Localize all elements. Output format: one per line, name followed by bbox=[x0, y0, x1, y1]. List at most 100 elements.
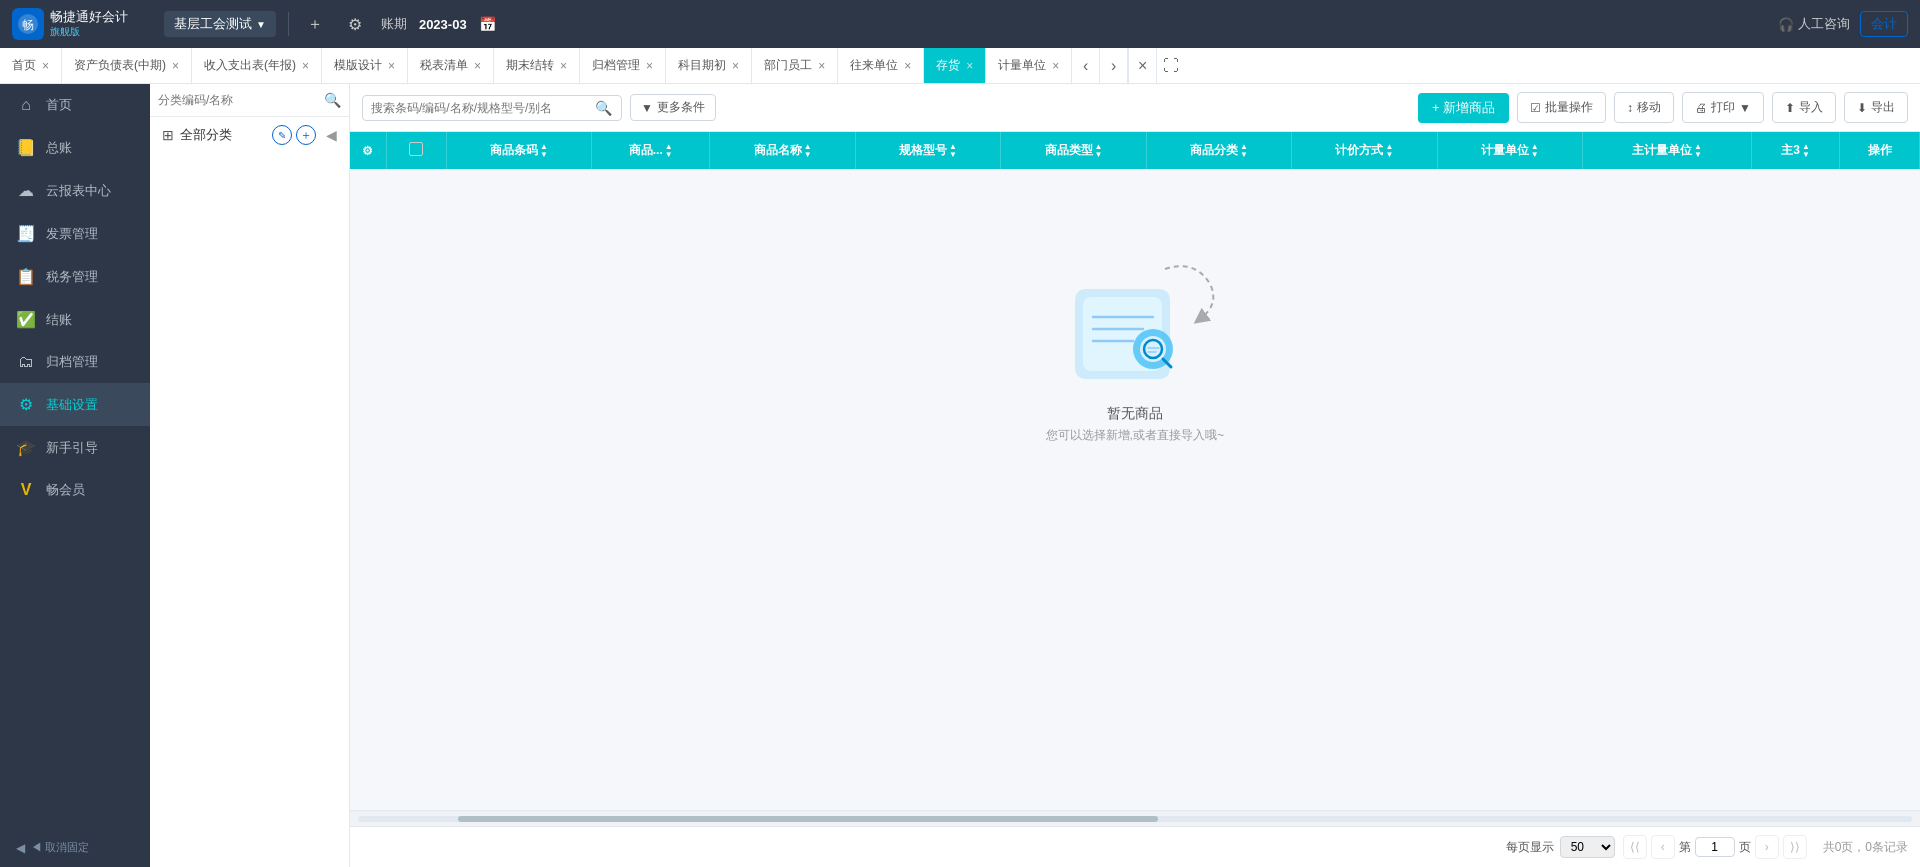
th-name[interactable]: 商品名称 ▲▼ bbox=[710, 132, 855, 169]
page-prev-button[interactable]: ‹ bbox=[1651, 835, 1675, 859]
sidebar-item-guide[interactable]: 🎓 新手引导 bbox=[0, 426, 150, 469]
tab-maximize-button[interactable]: ⛶ bbox=[1156, 48, 1184, 84]
th-price-method[interactable]: 计价方式 ▲▼ bbox=[1292, 132, 1437, 169]
move-button[interactable]: ↕ 移动 bbox=[1614, 92, 1674, 123]
sort-price-method-icon[interactable]: ▲▼ bbox=[1385, 143, 1393, 159]
page-suffix: 页 bbox=[1739, 839, 1751, 856]
th-type[interactable]: 商品类型 ▲▼ bbox=[1001, 132, 1146, 169]
consult-button[interactable]: 🎧 人工咨询 bbox=[1778, 15, 1850, 33]
import-button[interactable]: ⬆ 导入 bbox=[1772, 92, 1836, 123]
batch-button[interactable]: ☑ 批量操作 bbox=[1517, 92, 1606, 123]
tab-uom-label: 计量单位 bbox=[998, 57, 1046, 74]
th-col3[interactable]: 主3 ▲▼ bbox=[1751, 132, 1840, 169]
add-tab-button[interactable]: ＋ bbox=[301, 10, 329, 38]
tab-archive-mgr[interactable]: 归档管理 × bbox=[580, 48, 666, 84]
sort-code-icon[interactable]: ▲▼ bbox=[665, 143, 673, 159]
tab-taxclean-close[interactable]: × bbox=[474, 59, 481, 73]
tab-partner-label: 往来单位 bbox=[850, 57, 898, 74]
tab-partner-close[interactable]: × bbox=[904, 59, 911, 73]
product-table-body: 暂无商品 您可以选择新增,或者直接导入哦~ bbox=[350, 169, 1920, 524]
th-barcode[interactable]: 商品条码 ▲▼ bbox=[446, 132, 591, 169]
th-checkbox[interactable] bbox=[386, 132, 446, 169]
period-value: 2023-03 bbox=[419, 17, 467, 32]
tab-template[interactable]: 模版设计 × bbox=[322, 48, 408, 84]
tab-balance[interactable]: 资产负债表(中期) × bbox=[62, 48, 192, 84]
select-all-checkbox[interactable] bbox=[409, 142, 423, 156]
horizontal-scrollbar[interactable] bbox=[350, 810, 1920, 826]
tab-uom-close[interactable]: × bbox=[1052, 59, 1059, 73]
tab-subject-init-close[interactable]: × bbox=[732, 59, 739, 73]
sidebar-item-invoice[interactable]: 🧾 发票管理 bbox=[0, 212, 150, 255]
sort-type-icon[interactable]: ▲▼ bbox=[1095, 143, 1103, 159]
print-button[interactable]: 🖨 打印 ▼ bbox=[1682, 92, 1764, 123]
company-selector[interactable]: 基层工会测试 ▼ bbox=[164, 11, 276, 37]
archive-icon: 🗂 bbox=[16, 353, 36, 371]
sidebar-item-tax[interactable]: 📋 税务管理 bbox=[0, 255, 150, 298]
tab-taxclean[interactable]: 税表清单 × bbox=[408, 48, 494, 84]
tab-periodend-close[interactable]: × bbox=[560, 59, 567, 73]
th-category[interactable]: 商品分类 ▲▼ bbox=[1146, 132, 1291, 169]
tab-subject-init[interactable]: 科目期初 × bbox=[666, 48, 752, 84]
left-panel-collapse-button[interactable]: ◀ bbox=[326, 127, 337, 143]
tab-uom[interactable]: 计量单位 × bbox=[986, 48, 1072, 84]
category-edit-button[interactable]: ✎ bbox=[272, 125, 292, 145]
sort-main-uom-icon[interactable]: ▲▼ bbox=[1694, 143, 1702, 159]
sidebar-item-closing[interactable]: ✅ 结账 bbox=[0, 298, 150, 341]
sidebar-item-settings[interactable]: ⚙ 基础设置 bbox=[0, 383, 150, 426]
tab-next-button[interactable]: › bbox=[1100, 48, 1128, 84]
product-search-input[interactable] bbox=[371, 101, 591, 115]
tab-dept-staff-close[interactable]: × bbox=[818, 59, 825, 73]
tab-dept-staff[interactable]: 部门员工 × bbox=[752, 48, 838, 84]
tab-archive-mgr-close[interactable]: × bbox=[646, 59, 653, 73]
tab-income[interactable]: 收入支出表(年报) × bbox=[192, 48, 322, 84]
sort-category-icon[interactable]: ▲▼ bbox=[1240, 143, 1248, 159]
sort-uom-icon[interactable]: ▲▼ bbox=[1531, 143, 1539, 159]
tab-inventory-close[interactable]: × bbox=[966, 59, 973, 73]
sidebar-collapse-button[interactable]: ◀ ◀ 取消固定 bbox=[0, 828, 150, 867]
page-number-input[interactable] bbox=[1695, 837, 1735, 857]
scroll-thumb[interactable] bbox=[458, 816, 1158, 822]
tab-home-close[interactable]: × bbox=[42, 59, 49, 73]
category-all-item[interactable]: ⊞ 全部分类 ✎ ＋ ◀ bbox=[150, 117, 349, 153]
move-icon: ↕ bbox=[1627, 101, 1633, 115]
kuaiji-button[interactable]: 会计 bbox=[1860, 11, 1908, 37]
sidebar-item-reports[interactable]: ☁ 云报表中心 bbox=[0, 169, 150, 212]
tab-income-close[interactable]: × bbox=[302, 59, 309, 73]
sort-spec-icon[interactable]: ▲▼ bbox=[949, 143, 957, 159]
category-search-icon[interactable]: 🔍 bbox=[324, 92, 341, 108]
tab-template-close[interactable]: × bbox=[388, 59, 395, 73]
sort-name-icon[interactable]: ▲▼ bbox=[804, 143, 812, 159]
category-add-button[interactable]: ＋ bbox=[296, 125, 316, 145]
export-button[interactable]: ⬇ 导出 bbox=[1844, 92, 1908, 123]
column-settings-icon[interactable]: ⚙ bbox=[362, 144, 373, 158]
page-last-button[interactable]: ⟩⟩ bbox=[1783, 835, 1807, 859]
page-next-button[interactable]: › bbox=[1755, 835, 1779, 859]
sidebar-item-archive[interactable]: 🗂 归档管理 bbox=[0, 341, 150, 383]
tab-close-all-button[interactable]: × bbox=[1128, 48, 1156, 84]
th-uom[interactable]: 计量单位 ▲▼ bbox=[1437, 132, 1582, 169]
th-main-uom[interactable]: 主计量单位 ▲▼ bbox=[1583, 132, 1752, 169]
settings-icon[interactable]: ⚙ bbox=[341, 10, 369, 38]
tab-periodend[interactable]: 期末结转 × bbox=[494, 48, 580, 84]
sidebar-item-ledger[interactable]: 📒 总账 bbox=[0, 126, 150, 169]
th-code[interactable]: 商品... ▲▼ bbox=[592, 132, 710, 169]
th-settings[interactable]: ⚙ bbox=[350, 132, 386, 169]
tab-prev-button[interactable]: ‹ bbox=[1072, 48, 1100, 84]
sidebar-item-member[interactable]: V 畅会员 bbox=[0, 469, 150, 511]
product-search-icon[interactable]: 🔍 bbox=[595, 100, 612, 116]
add-product-button[interactable]: + 新增商品 bbox=[1418, 93, 1509, 123]
category-search-input[interactable] bbox=[158, 93, 324, 107]
sidebar-item-home[interactable]: ⌂ 首页 bbox=[0, 84, 150, 126]
th-spec[interactable]: 规格型号 ▲▼ bbox=[855, 132, 1000, 169]
tab-balance-close[interactable]: × bbox=[172, 59, 179, 73]
sort-barcode-icon[interactable]: ▲▼ bbox=[540, 143, 548, 159]
scroll-track[interactable] bbox=[358, 816, 1912, 822]
tab-home[interactable]: 首页 × bbox=[0, 48, 62, 84]
sort-col3-icon[interactable]: ▲▼ bbox=[1802, 143, 1810, 159]
filter-button[interactable]: ▼ 更多条件 bbox=[630, 94, 716, 121]
per-page-select[interactable]: 10 20 50 100 bbox=[1560, 836, 1615, 858]
calendar-icon[interactable]: 📅 bbox=[479, 16, 496, 32]
page-first-button[interactable]: ⟨⟨ bbox=[1623, 835, 1647, 859]
tab-inventory[interactable]: 存货 × bbox=[924, 48, 986, 84]
tab-partner[interactable]: 往来单位 × bbox=[838, 48, 924, 84]
